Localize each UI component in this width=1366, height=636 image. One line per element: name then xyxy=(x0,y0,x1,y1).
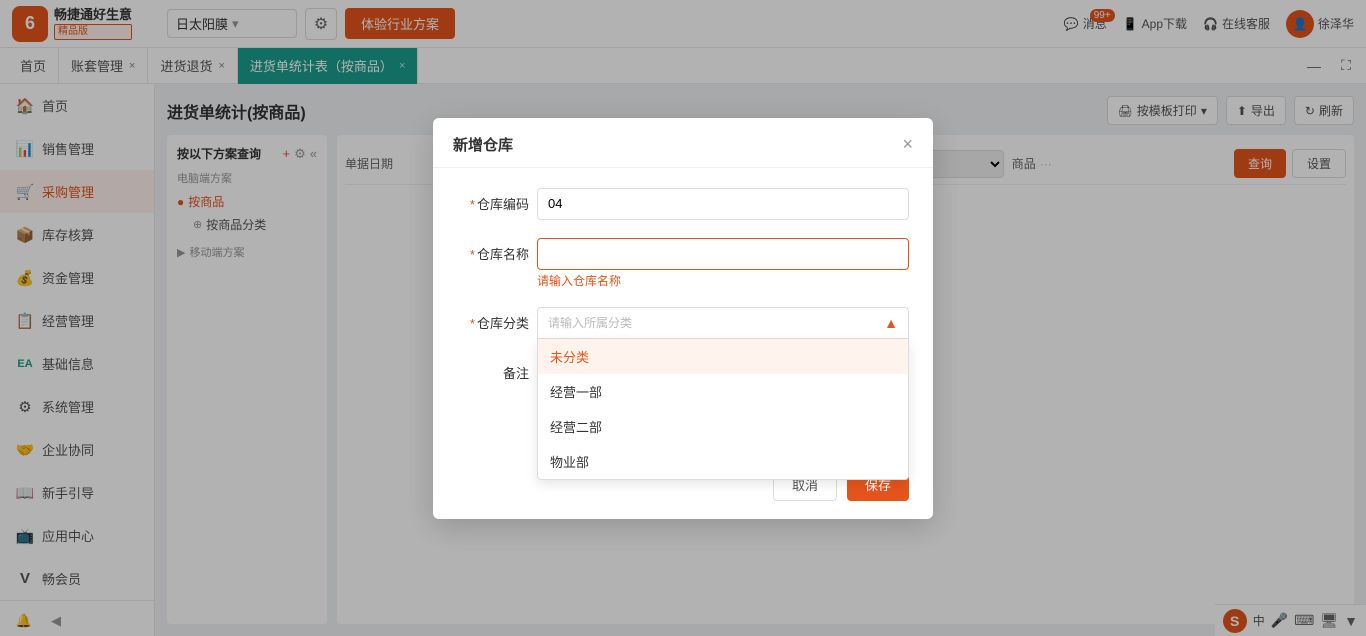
warehouse-name-input[interactable] xyxy=(537,238,909,270)
category-placeholder: 请输入所属分类 xyxy=(548,314,632,331)
category-option-unclassified[interactable]: 未分类 xyxy=(538,339,908,374)
dialog-body: 仓库编码 仓库名称 请输入仓库名称 仓库分类 请输入所属分类 xyxy=(433,168,933,458)
category-option-dept3[interactable]: 物业部 xyxy=(538,444,908,479)
warehouse-category-row: 仓库分类 请输入所属分类 ▲ 未分类 经营一部 经营二部 物业部 xyxy=(457,307,909,339)
warehouse-name-label: 仓库名称 xyxy=(457,238,537,263)
warehouse-name-row: 仓库名称 请输入仓库名称 xyxy=(457,238,909,289)
category-dropdown: 未分类 经营一部 经营二部 物业部 xyxy=(537,339,909,480)
new-warehouse-dialog: 新增仓库 × 仓库编码 仓库名称 请输入仓库名称 仓库分类 xyxy=(433,118,933,519)
warehouse-name-input-wrap: 请输入仓库名称 xyxy=(537,238,909,289)
warehouse-category-display[interactable]: 请输入所属分类 ▲ xyxy=(537,307,909,339)
warehouse-category-label: 仓库分类 xyxy=(457,307,537,332)
dialog-overlay[interactable]: 新增仓库 × 仓库编码 仓库名称 请输入仓库名称 仓库分类 xyxy=(0,0,1366,636)
chevron-up-icon: ▲ xyxy=(884,315,898,331)
category-option-dept1[interactable]: 经营一部 xyxy=(538,374,908,409)
warehouse-code-label: 仓库编码 xyxy=(457,188,537,213)
warehouse-code-row: 仓库编码 xyxy=(457,188,909,220)
warehouse-name-error: 请输入仓库名称 xyxy=(537,272,909,289)
dialog-header: 新增仓库 × xyxy=(433,118,933,168)
remark-label: 备注 xyxy=(457,357,537,382)
dialog-close-button[interactable]: × xyxy=(902,135,913,153)
dialog-title: 新增仓库 xyxy=(453,134,513,155)
warehouse-code-input-wrap xyxy=(537,188,909,220)
warehouse-category-select-wrap: 请输入所属分类 ▲ 未分类 经营一部 经营二部 物业部 xyxy=(537,307,909,339)
warehouse-code-input[interactable] xyxy=(537,188,909,220)
category-option-dept2[interactable]: 经营二部 xyxy=(538,409,908,444)
